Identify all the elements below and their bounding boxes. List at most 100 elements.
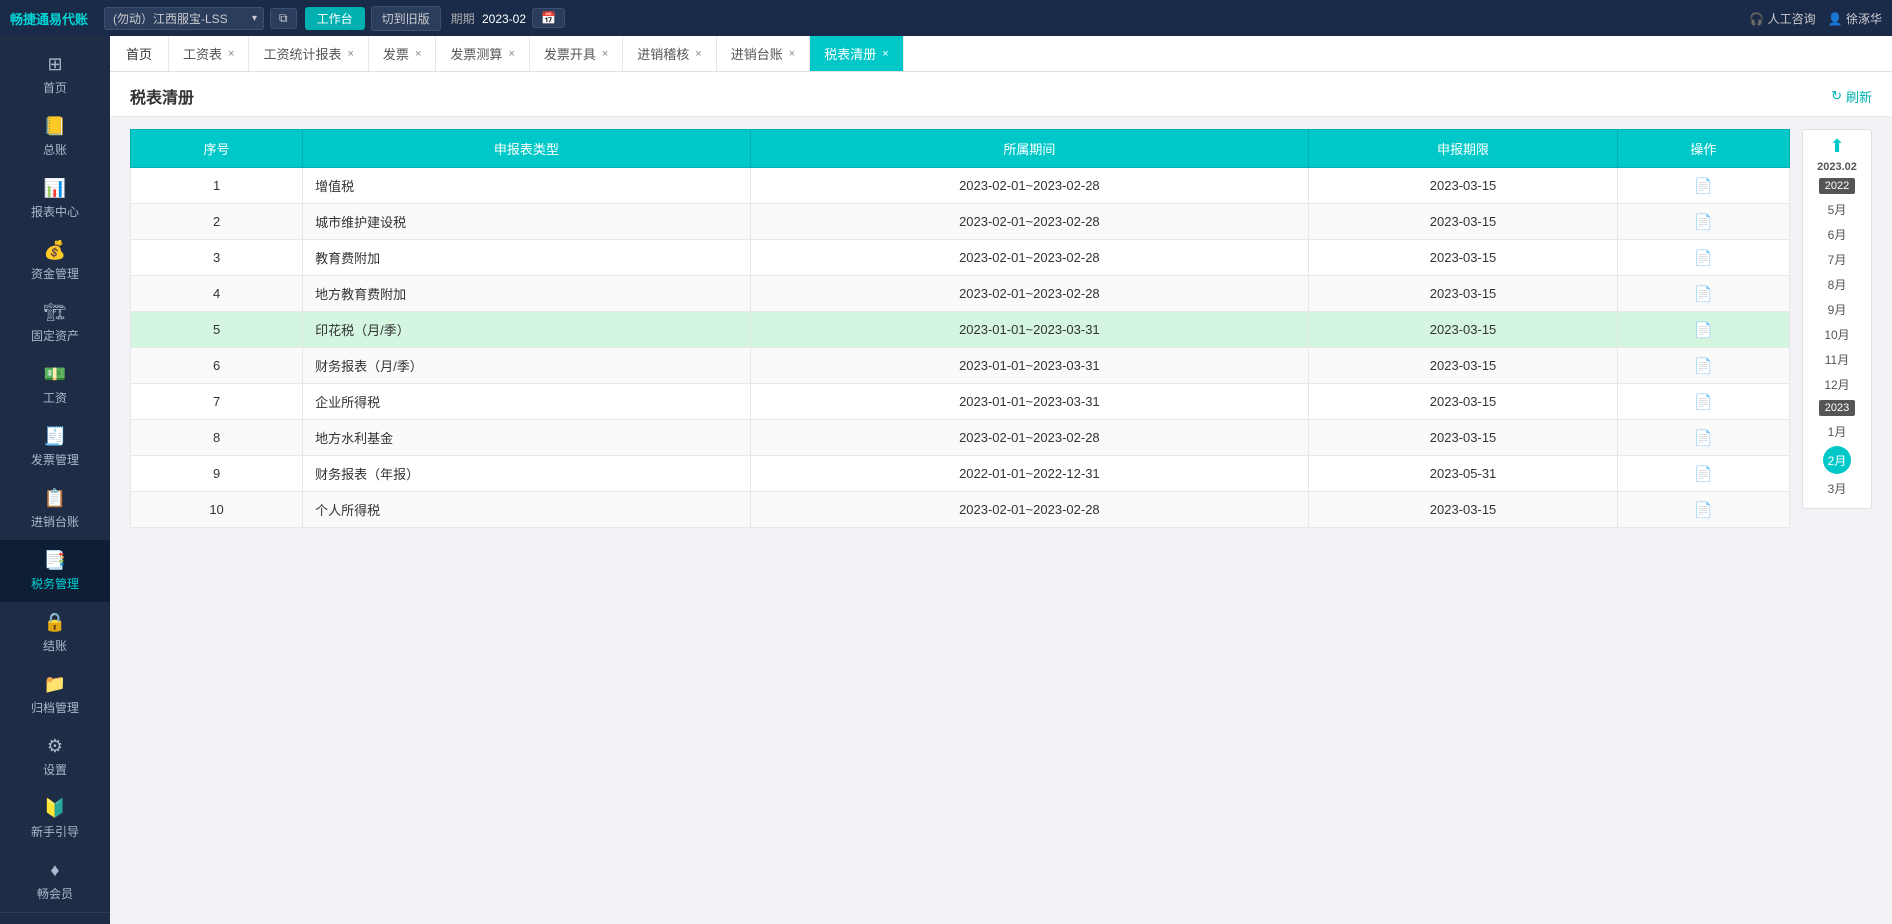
year-tag-2023[interactable]: 2023 [1819,400,1855,416]
tax-icon: 📑 [44,550,66,571]
fixed-icon: 🏗 [44,302,67,323]
cell-type-2: 教育费附加 [303,240,750,276]
calendar-icon[interactable]: 📅 [532,8,565,28]
cell-action-5[interactable]: 📄 [1617,348,1789,384]
cell-type-3: 地方教育费附加 [303,276,750,312]
month-2023-2月[interactable]: 2月 [1823,446,1851,474]
main-layout: ⊞ 首页 📒 总账 📊 报表中心 💰 资金管理 🏗 固定资产 💵 工资 🧾 发票… [0,36,1892,924]
tab-tax_clear[interactable]: 税表清册 × [810,36,903,71]
action-btn-0[interactable]: 📄 [1694,178,1713,195]
tab-label-tax_clear: 税表清册 [824,44,876,63]
action-btn-4[interactable]: 📄 [1694,322,1713,339]
col-header-2: 所属期间 [750,130,1309,168]
page-title: 税表清册 [130,84,194,108]
tab-invoice_open[interactable]: 发票开具× [530,36,623,71]
month-2022-7月[interactable]: 7月 [1819,247,1855,272]
tab-salary_report[interactable]: 工资统计报表× [249,36,368,71]
tab-invoice[interactable]: 发票 × [369,36,436,71]
sidebar-item-label-salary: 工资 [43,389,67,406]
month-2022-10月[interactable]: 10月 [1819,322,1855,347]
copy-icon-btn[interactable]: ⧉ [270,8,297,29]
sidebar-item-invoice[interactable]: 🧾 发票管理 [0,416,110,478]
cell-no-3: 4 [131,276,303,312]
action-btn-6[interactable]: 📄 [1694,394,1713,411]
cell-deadline-4: 2023-03-15 [1309,312,1618,348]
right-actions: 🎧 人工咨询 👤 徐涿华 [1749,10,1882,27]
sidebar-item-tax[interactable]: 📑 税务管理 [0,540,110,602]
tab-salary_table[interactable]: 工资表× [169,36,249,71]
action-btn-3[interactable]: 📄 [1694,286,1713,303]
month-2022-6月[interactable]: 6月 [1819,222,1855,247]
sidebar-item-ledger[interactable]: 📒 总账 [0,106,110,168]
tab-close-invoice[interactable]: × [415,48,421,60]
action-btn-8[interactable]: 📄 [1694,466,1713,483]
year-tag-2022[interactable]: 2022 [1819,178,1855,194]
month-2022-11月[interactable]: 11月 [1819,347,1855,372]
tab-label-invoice_calc: 发票测算 [450,44,502,63]
sidebar-item-guide[interactable]: 🔰 新手引导 [0,788,110,850]
cell-action-8[interactable]: 📄 [1617,456,1789,492]
tab-invoice_calc[interactable]: 发票测算 × [436,36,529,71]
sidebar-item-vip[interactable]: ♦ 畅会员 [0,850,110,912]
sidebar-item-report[interactable]: 📊 报表中心 [0,168,110,230]
cell-action-9[interactable]: 📄 [1617,492,1789,528]
old-version-button[interactable]: 切到旧版 [371,6,441,31]
cell-no-7: 8 [131,420,303,456]
action-btn-5[interactable]: 📄 [1694,358,1713,375]
sidebar-item-settings[interactable]: ⚙ 设置 [0,726,110,788]
sidebar-item-fixed[interactable]: 🏗 固定资产 [0,292,110,354]
sidebar-item-label-invoice: 发票管理 [31,451,79,468]
tab-purchase_ledger[interactable]: 进销台账× [717,36,810,71]
action-btn-2[interactable]: 📄 [1694,250,1713,267]
tab-label-invoice: 发票 [383,44,409,63]
refresh-button[interactable]: ↻ 刷新 [1831,87,1872,106]
tab-purchase_check[interactable]: 进销稽核× [623,36,716,71]
company-selector[interactable]: (勿动）江西服宝-LSS ▾ [104,7,264,30]
sidebar-item-fund[interactable]: 💰 资金管理 [0,230,110,292]
cell-action-1[interactable]: 📄 [1617,204,1789,240]
cell-action-0[interactable]: 📄 [1617,168,1789,204]
tab-home[interactable]: 首页 [110,36,169,71]
sidebar-item-home[interactable]: ⊞ 首页 [0,44,110,106]
month-2023-1月[interactable]: 1月 [1819,419,1855,444]
month-2023-4月[interactable]: 4月 [1819,501,1855,509]
ai-consult-btn[interactable]: 🎧 人工咨询 [1749,10,1815,27]
tab-close-tax_clear[interactable]: × [882,48,888,60]
tab-close-invoice_open[interactable]: × [602,48,608,60]
cell-no-2: 3 [131,240,303,276]
col-header-4: 操作 [1617,130,1789,168]
month-2022-8月[interactable]: 8月 [1819,272,1855,297]
cell-deadline-5: 2023-03-15 [1309,348,1618,384]
table-row: 9 财务报表（年报） 2022-01-01~2022-12-31 2023-05… [131,456,1790,492]
user-menu[interactable]: 👤 徐涿华 [1828,10,1882,27]
scroll-up-btn[interactable]: ⬆ [1829,134,1844,159]
workbench-button[interactable]: 工作台 [305,7,365,30]
cell-action-7[interactable]: 📄 [1617,420,1789,456]
cell-action-2[interactable]: 📄 [1617,240,1789,276]
sidebar-item-close[interactable]: 🔒 结账 [0,602,110,664]
salary-icon: 💵 [44,364,66,385]
cell-action-4[interactable]: 📄 [1617,312,1789,348]
action-btn-1[interactable]: 📄 [1694,214,1713,231]
timeline-panel: ⬆ 2023.02 20225月6月7月8月9月10月11月12月20231月2… [1802,129,1872,509]
cell-action-6[interactable]: 📄 [1617,384,1789,420]
headset-icon: 🎧 [1749,12,1764,26]
month-2022-12月[interactable]: 12月 [1819,372,1855,397]
sidebar-item-archive[interactable]: 📁 归档管理 [0,664,110,726]
tab-close-purchase_ledger[interactable]: × [789,48,795,60]
action-btn-9[interactable]: 📄 [1694,502,1713,519]
month-2022-5月[interactable]: 5月 [1819,197,1855,222]
tab-close-invoice_calc[interactable]: × [508,48,514,60]
table-row: 10 个人所得税 2023-02-01~2023-02-28 2023-03-1… [131,492,1790,528]
cell-action-3[interactable]: 📄 [1617,276,1789,312]
month-2023-3月[interactable]: 3月 [1819,476,1855,501]
tab-close-salary_table[interactable]: × [228,48,234,60]
action-btn-7[interactable]: 📄 [1694,430,1713,447]
tab-close-purchase_check[interactable]: × [695,48,701,60]
sidebar-item-salary[interactable]: 💵 工资 [0,354,110,416]
sidebar-item-purchsale[interactable]: 📋 进销台账 [0,478,110,540]
month-2022-9月[interactable]: 9月 [1819,297,1855,322]
cell-period-8: 2022-01-01~2022-12-31 [750,456,1309,492]
tab-close-salary_report[interactable]: × [347,48,353,60]
report-icon: 📊 [44,178,66,199]
